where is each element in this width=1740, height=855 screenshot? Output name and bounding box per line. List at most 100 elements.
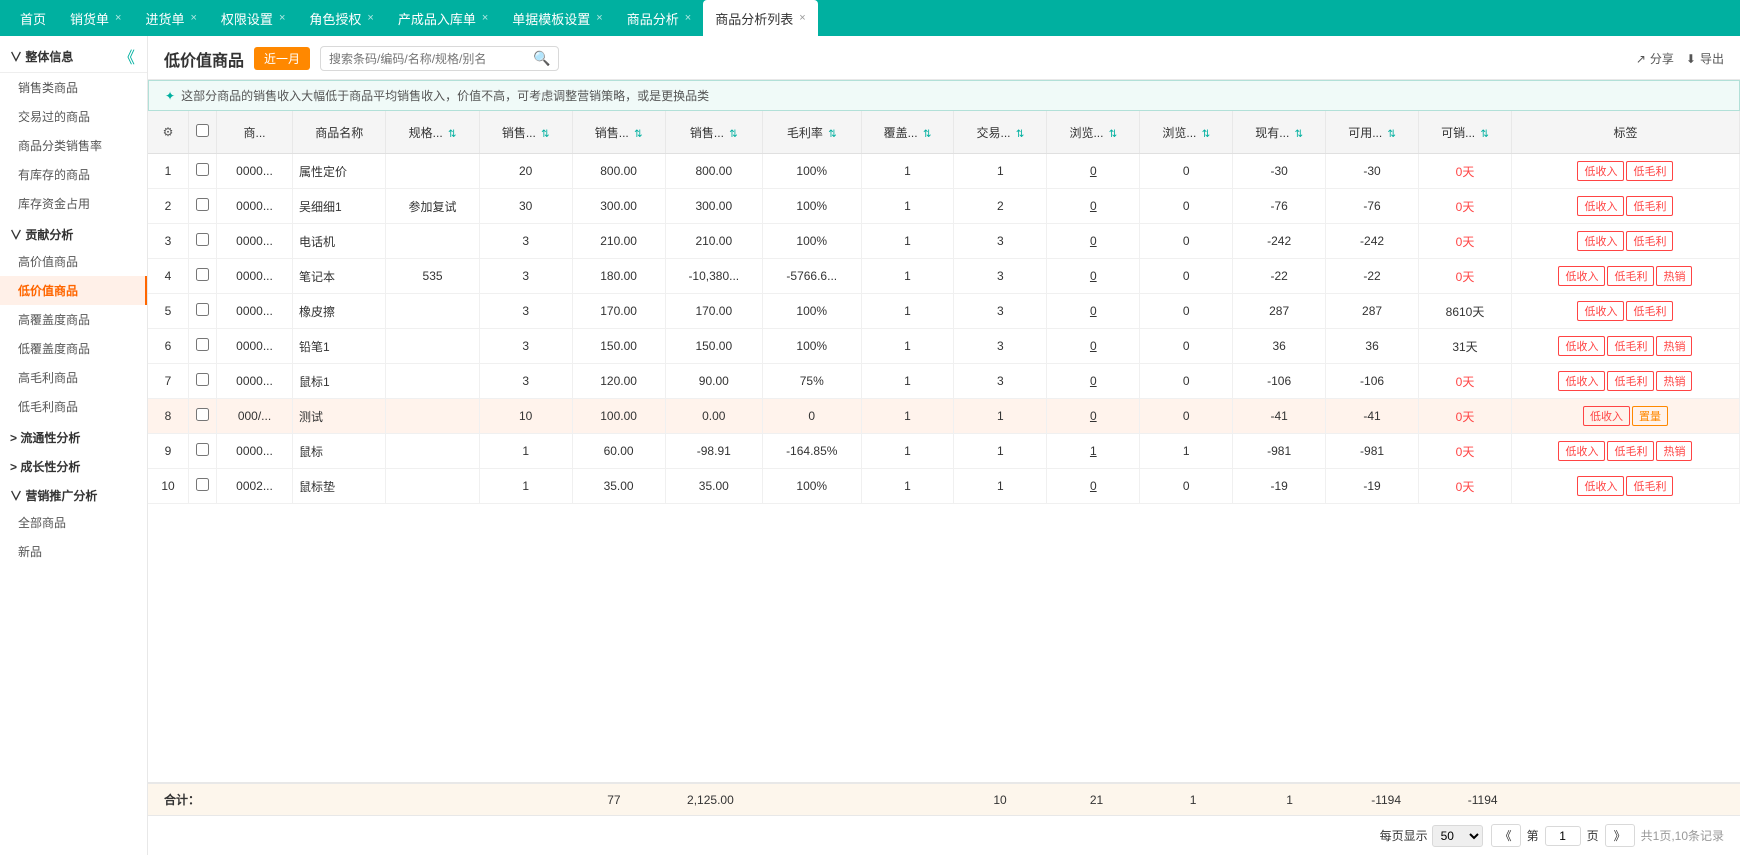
sidebar-item-low-value[interactable]: 低价值商品	[0, 276, 147, 305]
row-checkbox[interactable]	[196, 443, 209, 456]
sidebar-group-growth[interactable]: > 成长性分析	[0, 450, 147, 479]
filter-period-btn[interactable]: 近一月	[254, 47, 310, 70]
row-checkbox[interactable]	[196, 233, 209, 246]
sidebar-collapse-btn[interactable]: 《	[115, 44, 139, 68]
browse-link[interactable]: 0	[1090, 164, 1097, 178]
nav-sales[interactable]: 销货单 ×	[58, 0, 133, 36]
row-checkbox[interactable]	[196, 408, 209, 421]
browse-link[interactable]: 0	[1090, 304, 1097, 318]
close-icon[interactable]: ×	[799, 12, 805, 24]
td-s1: 3	[479, 294, 572, 329]
close-icon[interactable]: ×	[115, 12, 121, 24]
browse-link[interactable]: 0	[1090, 374, 1097, 388]
share-btn[interactable]: ↗ 分享	[1636, 50, 1674, 67]
sidebar-group-marketing[interactable]: ∨ 营销推广分析	[0, 479, 147, 508]
per-page-select[interactable]: 50 100 200	[1432, 825, 1483, 847]
td-browse1[interactable]: 0	[1047, 329, 1140, 364]
sidebar-item-low-coverage[interactable]: 低覆盖度商品	[0, 334, 147, 363]
page-number-input[interactable]	[1545, 826, 1581, 846]
browse-link[interactable]: 1	[1090, 444, 1097, 458]
td-browse1[interactable]: 0	[1047, 399, 1140, 434]
td-browse1[interactable]: 0	[1047, 189, 1140, 224]
sidebar-group-liquidity[interactable]: > 流通性分析	[0, 421, 147, 450]
sidebar-item-traded-goods[interactable]: 交易过的商品	[0, 102, 147, 131]
row-checkbox[interactable]	[196, 478, 209, 491]
settings-icon[interactable]: ⚙	[154, 118, 182, 146]
export-btn[interactable]: ⬇ 导出	[1686, 50, 1724, 67]
prev-page-btn[interactable]: 《	[1491, 824, 1521, 847]
nav-product-list[interactable]: 商品分析列表 ×	[703, 0, 817, 36]
row-checkbox[interactable]	[196, 198, 209, 211]
sidebar-group-contribution[interactable]: ∨ 贡献分析	[0, 218, 147, 247]
close-icon[interactable]: ×	[190, 12, 196, 24]
sidebar-item-low-margin[interactable]: 低毛利商品	[0, 392, 147, 421]
row-checkbox[interactable]	[196, 373, 209, 386]
nav-templates[interactable]: 单据模板设置 ×	[500, 0, 614, 36]
nav-permissions[interactable]: 权限设置 ×	[209, 0, 297, 36]
td-code: 0000...	[217, 189, 293, 224]
td-browse1[interactable]: 0	[1047, 469, 1140, 504]
select-all-checkbox[interactable]	[196, 124, 209, 137]
nav-roles[interactable]: 角色授权 ×	[297, 0, 385, 36]
close-icon[interactable]: ×	[596, 12, 602, 24]
row-checkbox[interactable]	[196, 338, 209, 351]
td-browse1[interactable]: 0	[1047, 294, 1140, 329]
td-browse1[interactable]: 0	[1047, 224, 1140, 259]
browse-link[interactable]: 0	[1090, 339, 1097, 353]
td-checkbox[interactable]	[189, 364, 217, 399]
browse-link[interactable]: 0	[1090, 479, 1097, 493]
td-gross: 100%	[763, 469, 861, 504]
td-checkbox[interactable]	[189, 224, 217, 259]
next-page-btn[interactable]: 》	[1605, 824, 1635, 847]
nav-products-in[interactable]: 产成品入库单 ×	[386, 0, 500, 36]
search-box[interactable]: 🔍	[320, 46, 559, 71]
td-checkbox[interactable]	[189, 399, 217, 434]
td-browse1[interactable]: 0	[1047, 154, 1140, 189]
sidebar-group-overall[interactable]: ∨ 整体信息	[10, 48, 115, 65]
sidebar-item-all-goods[interactable]: 全部商品	[0, 508, 147, 537]
td-code: 0000...	[217, 434, 293, 469]
nav-purchase[interactable]: 进货单 ×	[133, 0, 208, 36]
td-browse1[interactable]: 0	[1047, 364, 1140, 399]
browse-link[interactable]: 0	[1090, 234, 1097, 248]
td-checkbox[interactable]	[189, 154, 217, 189]
close-icon[interactable]: ×	[279, 12, 285, 24]
close-icon[interactable]: ×	[685, 12, 691, 24]
sidebar-item-high-margin[interactable]: 高毛利商品	[0, 363, 147, 392]
row-checkbox[interactable]	[196, 163, 209, 176]
th-checkbox[interactable]	[189, 111, 217, 154]
th-settings[interactable]: ⚙	[148, 111, 189, 154]
td-browse1[interactable]: 0	[1047, 259, 1140, 294]
sidebar-item-inventory-goods[interactable]: 有库存的商品	[0, 160, 147, 189]
td-checkbox[interactable]	[189, 329, 217, 364]
row-checkbox[interactable]	[196, 268, 209, 281]
sidebar-item-high-coverage[interactable]: 高覆盖度商品	[0, 305, 147, 334]
nav-product-analysis[interactable]: 商品分析 ×	[615, 0, 703, 36]
td-checkbox[interactable]	[189, 294, 217, 329]
td-browse2: 1	[1140, 434, 1233, 469]
sidebar-item-inventory-capital[interactable]: 库存资金占用	[0, 189, 147, 218]
browse-link[interactable]: 0	[1090, 199, 1097, 213]
td-checkbox[interactable]	[189, 259, 217, 294]
footer-values: 77 2,125.00 10 21 1 1 -1194 -1194	[216, 793, 1724, 807]
sidebar-item-new-goods[interactable]: 新品	[0, 537, 147, 566]
sidebar-item-sales-goods[interactable]: 销售类商品	[0, 73, 147, 102]
close-icon[interactable]: ×	[482, 12, 488, 24]
browse-link[interactable]: 0	[1090, 269, 1097, 283]
search-icon[interactable]: 🔍	[533, 50, 550, 67]
td-checkbox[interactable]	[189, 469, 217, 504]
browse-link[interactable]: 0	[1090, 409, 1097, 423]
close-icon[interactable]: ×	[367, 12, 373, 24]
row-checkbox[interactable]	[196, 303, 209, 316]
td-checkbox[interactable]	[189, 189, 217, 224]
search-input[interactable]	[329, 52, 529, 66]
nav-home[interactable]: 首页	[8, 0, 58, 36]
sidebar-item-high-value[interactable]: 高价值商品	[0, 247, 147, 276]
td-browse1[interactable]: 1	[1047, 434, 1140, 469]
td-s1: 3	[479, 364, 572, 399]
sidebar: ∨ 整体信息 《 销售类商品 交易过的商品 商品分类销售率 有库存的商品 库存资…	[0, 36, 148, 855]
sidebar-item-category-sales[interactable]: 商品分类销售率	[0, 131, 147, 160]
warning-bar: ✦ 这部分商品的销售收入大幅低于商品平均销售收入，价值不高，可考虑调整营销策略，…	[148, 80, 1740, 111]
td-checkbox[interactable]	[189, 434, 217, 469]
td-browse2: 0	[1140, 294, 1233, 329]
